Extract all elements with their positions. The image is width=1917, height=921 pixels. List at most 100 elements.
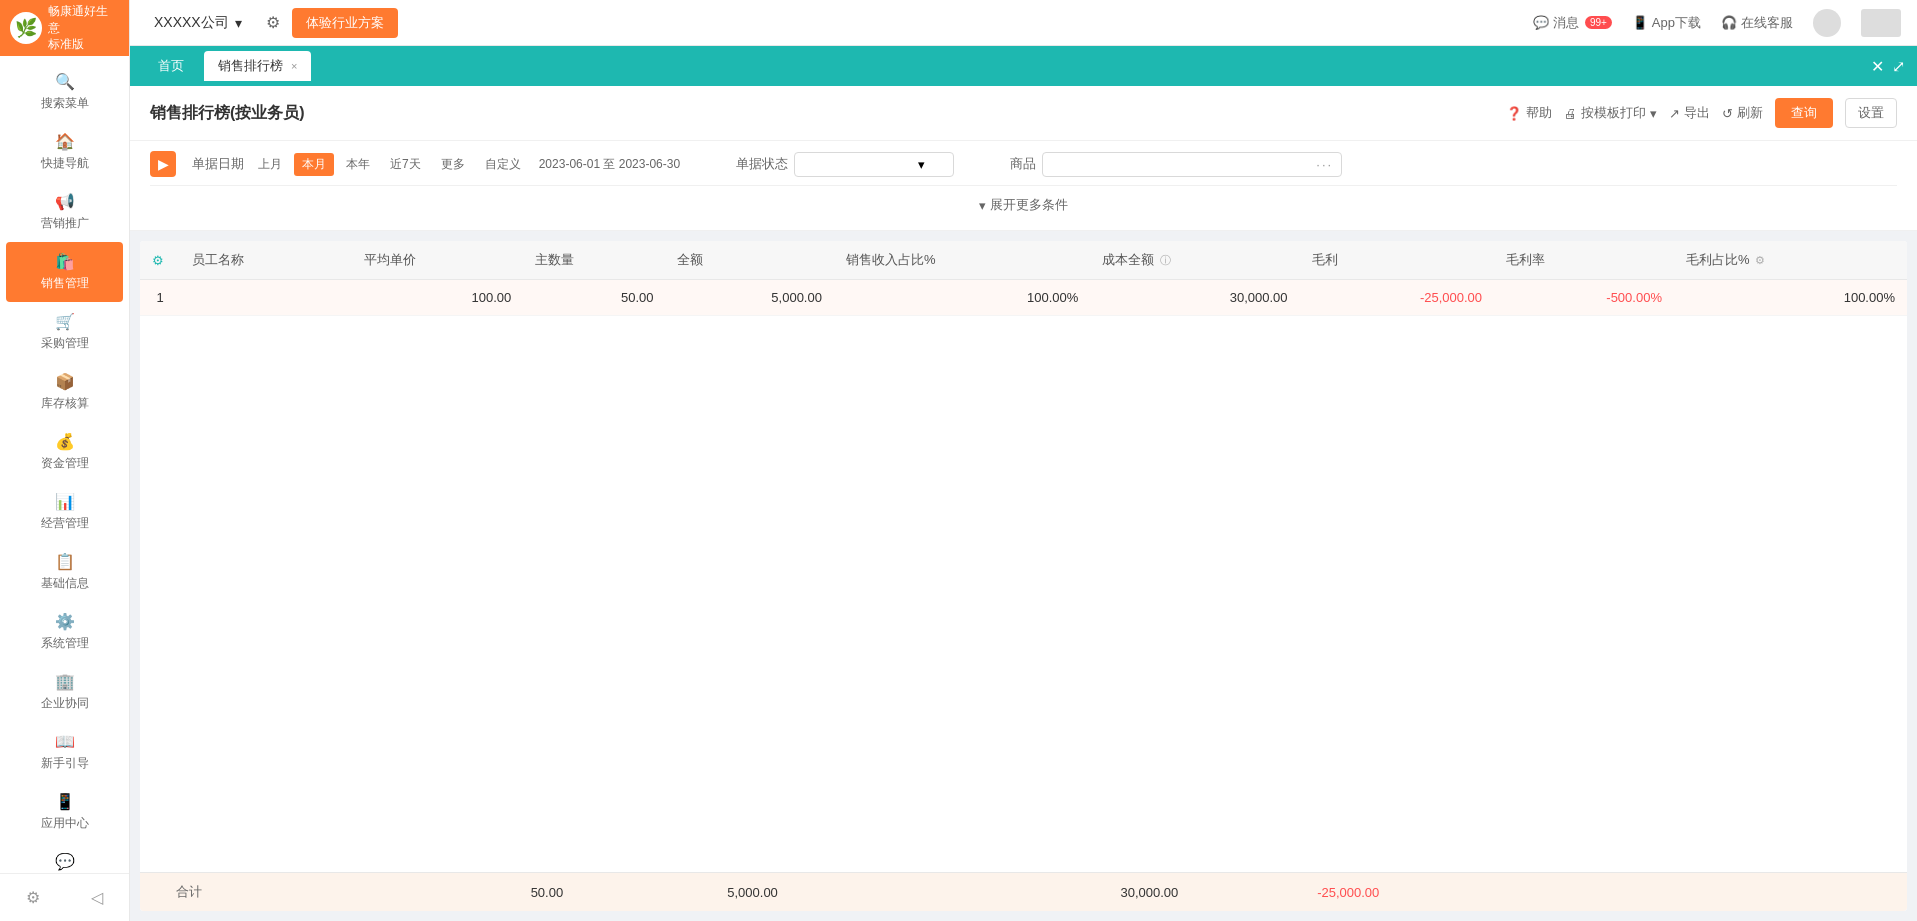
goods-filter-label: 商品: [1010, 155, 1036, 173]
sidebar-label-inventory: 库存核算: [41, 395, 89, 412]
footer-avg-price: [322, 885, 519, 900]
date-tab-more[interactable]: 更多: [433, 153, 473, 176]
sidebar-item-guide[interactable]: 📖 新手引导: [0, 722, 129, 782]
user-name-placeholder: [1861, 9, 1901, 37]
col-sales-pct: 销售收入占比%: [834, 241, 1090, 280]
tab-sales-ranking[interactable]: 销售排行榜 ×: [204, 51, 311, 81]
filter-goods-item: 商品 ···: [1010, 152, 1342, 177]
cell-name: [180, 280, 352, 316]
col-employee-name: 员工名称: [180, 241, 352, 280]
date-tab-prev-month[interactable]: 上月: [250, 153, 290, 176]
message-action[interactable]: 💬 消息 99+: [1533, 14, 1612, 32]
company-selector[interactable]: XXXXX公司 ▾: [146, 10, 250, 36]
search-icon: 🔍: [55, 72, 75, 91]
logo-text: 畅康通好生意 标准版: [48, 3, 119, 53]
tab-home[interactable]: 首页: [142, 49, 200, 83]
refresh-btn[interactable]: ↺ 刷新: [1722, 104, 1763, 122]
sidebar-item-quick-nav[interactable]: 🏠快捷导航: [0, 122, 129, 182]
company-dropdown-icon: ▾: [235, 15, 242, 31]
page-header: 销售排行榜(按业务员) ❓ 帮助 🖨 按模板打印 ▾ ↗ 导出 ↺ 刷新: [130, 86, 1917, 141]
sidebar-item-enterprise[interactable]: 🏢企业协同: [0, 662, 129, 722]
sidebar-label-basic-info: 基础信息: [41, 575, 89, 592]
tab-bar-right: ✕ ⤢: [1871, 57, 1905, 76]
footer-gross: -25,000.00: [1305, 885, 1502, 900]
filter-expand-btn[interactable]: ▾ 展开更多条件: [150, 190, 1897, 220]
sales-icon: 🛍️: [55, 252, 75, 271]
col-settings[interactable]: ⚙: [140, 241, 180, 280]
goods-input[interactable]: ···: [1042, 152, 1342, 177]
avatar[interactable]: [1813, 9, 1841, 37]
print-icon: 🖨: [1564, 106, 1577, 121]
print-template-btn[interactable]: 🖨 按模板打印 ▾: [1564, 104, 1657, 122]
sidebar-item-sales[interactable]: 🛍️ 销售管理: [6, 242, 123, 302]
col-amount: 全额: [665, 241, 833, 280]
sidebar-label-app-center: 应用中心: [41, 815, 89, 832]
tab-close-icon[interactable]: ×: [291, 60, 297, 72]
sidebar-item-operations[interactable]: 📊经营管理: [0, 482, 129, 542]
table-scroll: ⚙ 员工名称 平均单价 主数量 全额 销售收入占比% 成本全额 ⓘ 毛利 毛利率: [140, 241, 1907, 872]
sidebar-label-enterprise: 企业协同: [41, 695, 89, 712]
sidebar-item-finance[interactable]: 💰资金管理: [0, 422, 129, 482]
marketing-icon: 📢: [55, 192, 75, 211]
query-btn[interactable]: 查询: [1775, 98, 1833, 128]
online-service-action[interactable]: 🎧 在线客服: [1721, 14, 1793, 32]
status-select[interactable]: ▾: [794, 152, 954, 177]
date-filter-label: 单据日期: [192, 155, 244, 173]
sidebar-item-search[interactable]: 🔍搜索菜单: [0, 62, 129, 122]
message-badge: 99+: [1585, 16, 1612, 29]
sidebar-label-system: 系统管理: [41, 635, 89, 652]
col-main-qty: 主数量: [523, 241, 665, 280]
date-tab-this-month[interactable]: 本月: [294, 153, 334, 176]
app-download-action[interactable]: 📱 App下载: [1632, 14, 1701, 32]
sidebar-label-sales: 销售管理: [41, 275, 89, 292]
sales-table: ⚙ 员工名称 平均单价 主数量 全额 销售收入占比% 成本全额 ⓘ 毛利 毛利率: [140, 241, 1907, 316]
close-window-icon[interactable]: ✕: [1871, 57, 1884, 76]
help-btn[interactable]: ❓ 帮助: [1506, 104, 1552, 122]
collapse-sidebar-btn[interactable]: ◁: [83, 884, 111, 911]
date-tab-last7[interactable]: 近7天: [382, 153, 429, 176]
filter-date-item: 单据日期 上月 本月 本年 近7天 更多 自定义 2023-06-01 至 20…: [192, 153, 680, 176]
basic-info-icon: 📋: [55, 552, 75, 571]
footer-gross-pct: [1698, 885, 1895, 900]
industry-btn[interactable]: 体验行业方案: [292, 8, 398, 38]
sidebar-item-basic-info[interactable]: 📋 基础信息: [0, 542, 129, 602]
content-area: 销售排行榜(按业务员) ❓ 帮助 🖨 按模板打印 ▾ ↗ 导出 ↺ 刷新: [130, 86, 1917, 921]
sidebar-label-guide: 新手引导: [41, 755, 89, 772]
footer-sales-pct: [912, 885, 1109, 900]
col-gross: 毛利: [1300, 241, 1495, 280]
settings-icon[interactable]: ⚙: [266, 13, 280, 32]
table-body: 1 100.00 50.00 5,000.00 100.00% 30,000.0…: [140, 280, 1907, 316]
sidebar-item-marketing[interactable]: 📢营销推广: [0, 182, 129, 242]
sidebar-item-app-center[interactable]: 📱 应用中心: [0, 782, 129, 842]
cell-sales-pct: 100.00%: [834, 280, 1090, 316]
sidebar-item-inventory[interactable]: 📦库存核算: [0, 362, 129, 422]
footer-amount: 5,000.00: [715, 885, 912, 900]
purchase-icon: 🛒: [55, 312, 75, 331]
main-area: XXXXX公司 ▾ ⚙ 体验行业方案 💬 消息 99+ 📱 App下载 🎧 在线…: [130, 0, 1917, 921]
status-filter-label: 单据状态: [736, 155, 788, 173]
print-dropdown-icon: ▾: [1650, 106, 1657, 121]
sidebar-label-purchase: 采购管理: [41, 335, 89, 352]
settings-btn[interactable]: 设置: [1845, 98, 1897, 128]
date-tab-this-year[interactable]: 本年: [338, 153, 378, 176]
sidebar-item-purchase[interactable]: 🛒 采购管理: [0, 302, 129, 362]
sidebar-item-wechat[interactable]: 💬企业微信: [0, 842, 129, 873]
message-label: 消息: [1553, 14, 1579, 32]
col-gross-rate: 毛利率: [1494, 241, 1674, 280]
guide-icon: 📖: [55, 732, 75, 751]
filter-toggle-btn[interactable]: ▶: [150, 151, 176, 177]
refresh-icon: ↺: [1722, 106, 1733, 121]
date-tab-custom[interactable]: 自定义: [477, 153, 529, 176]
header-right: 💬 消息 99+ 📱 App下载 🎧 在线客服: [1533, 9, 1901, 37]
app-center-icon: 📱: [55, 792, 75, 811]
sidebar: 🌿 畅康通好生意 标准版 🔍搜索菜单🏠快捷导航📢营销推广 🛍️ 销售管理 🛒 采购管理 📦…: [0, 0, 130, 921]
logo-icon: 🌿: [10, 12, 42, 44]
table-header-row: ⚙ 员工名称 平均单价 主数量 全额 销售收入占比% 成本全额 ⓘ 毛利 毛利率: [140, 241, 1907, 280]
maximize-icon[interactable]: ⤢: [1892, 57, 1905, 76]
settings-footer-btn[interactable]: ⚙: [18, 884, 48, 911]
sidebar-item-system[interactable]: ⚙️系统管理: [0, 602, 129, 662]
date-range-display: 2023-06-01 至 2023-06-30: [539, 156, 680, 173]
export-btn[interactable]: ↗ 导出: [1669, 104, 1710, 122]
cell-cost: 30,000.00: [1090, 280, 1299, 316]
sidebar-footer: ⚙ ◁: [0, 873, 129, 921]
